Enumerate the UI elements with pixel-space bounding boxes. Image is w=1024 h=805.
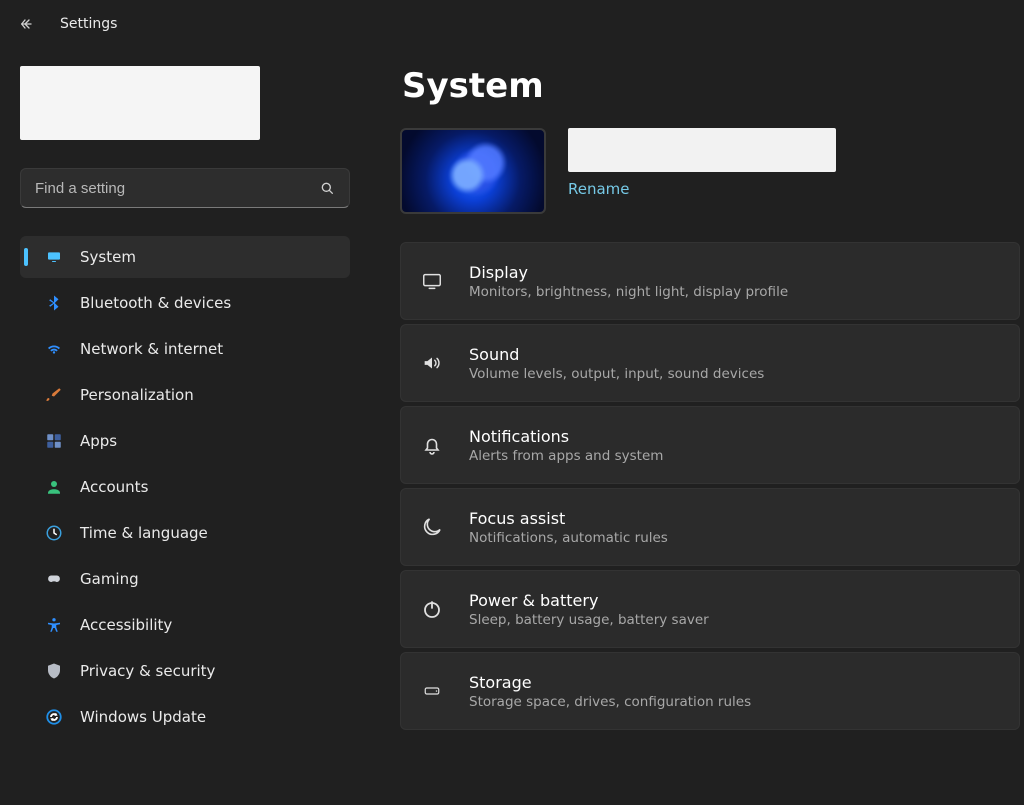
monitor-icon bbox=[44, 247, 64, 267]
card-title: Sound bbox=[469, 345, 764, 364]
search-input[interactable] bbox=[35, 180, 319, 197]
card-display[interactable]: Display Monitors, brightness, night ligh… bbox=[400, 242, 1020, 320]
update-icon bbox=[44, 707, 64, 727]
card-subtitle: Volume levels, output, input, sound devi… bbox=[469, 366, 764, 382]
sidebar-item-label: Network & internet bbox=[80, 340, 340, 358]
gamepad-icon bbox=[44, 569, 64, 589]
app-title: Settings bbox=[60, 16, 117, 32]
sidebar-item-label: Gaming bbox=[80, 570, 340, 588]
accessibility-icon bbox=[44, 615, 64, 635]
card-sound[interactable]: Sound Volume levels, output, input, soun… bbox=[400, 324, 1020, 402]
rename-link[interactable]: Rename bbox=[568, 180, 630, 198]
device-thumbnail[interactable] bbox=[400, 128, 546, 214]
sidebar-item-label: Accessibility bbox=[80, 616, 340, 634]
sidebar-item-label: Privacy & security bbox=[80, 662, 340, 680]
card-notifications[interactable]: Notifications Alerts from apps and syste… bbox=[400, 406, 1020, 484]
sidebar-item-system[interactable]: System bbox=[20, 236, 350, 278]
device-block: Rename bbox=[400, 128, 1024, 214]
display-icon bbox=[419, 268, 445, 294]
sidebar: System Bluetooth & devices Network & int… bbox=[0, 48, 370, 805]
titlebar: Settings bbox=[0, 0, 1024, 48]
power-icon bbox=[419, 596, 445, 622]
sidebar-item-windows-update[interactable]: Windows Update bbox=[20, 696, 350, 738]
card-title: Power & battery bbox=[469, 591, 709, 610]
card-subtitle: Sleep, battery usage, battery saver bbox=[469, 612, 709, 628]
sidebar-item-label: Personalization bbox=[80, 386, 340, 404]
sidebar-item-bluetooth[interactable]: Bluetooth & devices bbox=[20, 282, 350, 324]
sidebar-item-label: Time & language bbox=[80, 524, 340, 542]
active-indicator bbox=[24, 248, 28, 266]
sidebar-item-label: System bbox=[80, 248, 340, 266]
device-name-redacted bbox=[568, 128, 836, 172]
card-focus-assist[interactable]: Focus assist Notifications, automatic ru… bbox=[400, 488, 1020, 566]
card-title: Focus assist bbox=[469, 509, 668, 528]
page-title: System bbox=[402, 66, 1024, 106]
sidebar-item-label: Bluetooth & devices bbox=[80, 294, 340, 312]
sidebar-item-label: Apps bbox=[80, 432, 340, 450]
search-icon bbox=[319, 180, 335, 196]
wifi-icon bbox=[44, 339, 64, 359]
storage-icon bbox=[419, 678, 445, 704]
sidebar-item-gaming[interactable]: Gaming bbox=[20, 558, 350, 600]
card-title: Notifications bbox=[469, 427, 663, 446]
card-subtitle: Monitors, brightness, night light, displ… bbox=[469, 284, 788, 300]
sidebar-item-accounts[interactable]: Accounts bbox=[20, 466, 350, 508]
card-storage[interactable]: Storage Storage space, drives, configura… bbox=[400, 652, 1020, 730]
back-button[interactable] bbox=[18, 15, 36, 33]
card-power-battery[interactable]: Power & battery Sleep, battery usage, ba… bbox=[400, 570, 1020, 648]
search-box[interactable] bbox=[20, 168, 350, 208]
device-info: Rename bbox=[568, 128, 836, 198]
paintbrush-icon bbox=[44, 385, 64, 405]
sidebar-nav: System Bluetooth & devices Network & int… bbox=[20, 236, 350, 738]
shield-icon bbox=[44, 661, 64, 681]
sidebar-item-accessibility[interactable]: Accessibility bbox=[20, 604, 350, 646]
settings-cards: Display Monitors, brightness, night ligh… bbox=[400, 242, 1024, 730]
card-title: Display bbox=[469, 263, 788, 282]
sidebar-item-personalization[interactable]: Personalization bbox=[20, 374, 350, 416]
sidebar-item-time-language[interactable]: Time & language bbox=[20, 512, 350, 554]
bell-icon bbox=[419, 432, 445, 458]
main-content: System Rename Display Monitors, brightne… bbox=[370, 48, 1024, 805]
sidebar-item-privacy[interactable]: Privacy & security bbox=[20, 650, 350, 692]
moon-icon bbox=[419, 514, 445, 540]
card-subtitle: Storage space, drives, configuration rul… bbox=[469, 694, 751, 710]
card-subtitle: Notifications, automatic rules bbox=[469, 530, 668, 546]
person-icon bbox=[44, 477, 64, 497]
sidebar-item-network[interactable]: Network & internet bbox=[20, 328, 350, 370]
clock-globe-icon bbox=[44, 523, 64, 543]
sidebar-item-apps[interactable]: Apps bbox=[20, 420, 350, 462]
account-card-redacted[interactable] bbox=[20, 66, 260, 140]
sound-icon bbox=[419, 350, 445, 376]
apps-icon bbox=[44, 431, 64, 451]
bluetooth-icon bbox=[44, 293, 64, 313]
sidebar-item-label: Accounts bbox=[80, 478, 340, 496]
sidebar-item-label: Windows Update bbox=[80, 708, 340, 726]
card-subtitle: Alerts from apps and system bbox=[469, 448, 663, 464]
card-title: Storage bbox=[469, 673, 751, 692]
